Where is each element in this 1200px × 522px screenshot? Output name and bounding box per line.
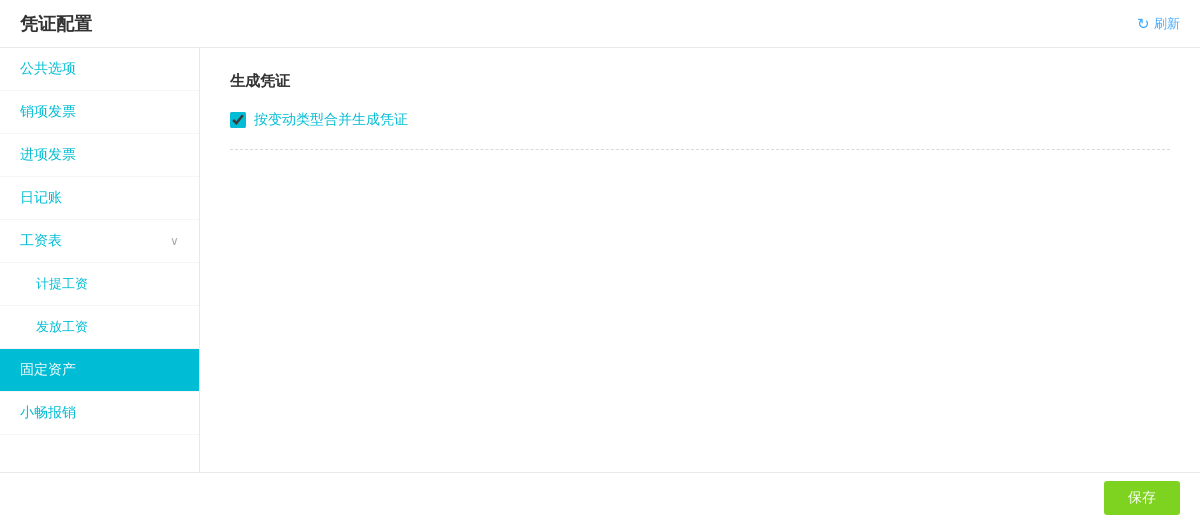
sidebar-item-public[interactable]: 公共选项	[0, 48, 199, 91]
refresh-label: 刷新	[1154, 15, 1180, 33]
sidebar-item-sales-invoice[interactable]: 销项发票	[0, 91, 199, 134]
page-header: 凭证配置 刷新	[0, 0, 1200, 48]
page-footer: 保存	[0, 472, 1200, 522]
sidebar-item-label: 发放工资	[36, 318, 88, 336]
chevron-down-icon: ∨	[170, 234, 179, 248]
sidebar-item-journal[interactable]: 日记账	[0, 177, 199, 220]
page-title: 凭证配置	[20, 12, 92, 36]
sidebar-item-fixed-assets[interactable]: 固定资产	[0, 349, 199, 392]
sidebar-item-label: 进项发票	[20, 146, 76, 164]
sidebar-item-payroll[interactable]: 工资表 ∨	[0, 220, 199, 263]
content-area: 生成凭证 按变动类型合并生成凭证	[200, 48, 1200, 472]
save-button[interactable]: 保存	[1104, 481, 1180, 515]
refresh-button[interactable]: 刷新	[1137, 15, 1180, 33]
section-divider	[230, 149, 1170, 150]
sidebar-item-purchase-invoice[interactable]: 进项发票	[0, 134, 199, 177]
sidebar: 公共选项销项发票进项发票日记账工资表 ∨ 计提工资发放工资固定资产小畅报销	[0, 48, 200, 472]
sidebar-item-label: 固定资产	[20, 361, 76, 379]
sidebar-item-label: 销项发票	[20, 103, 76, 121]
main-content: 公共选项销项发票进项发票日记账工资表 ∨ 计提工资发放工资固定资产小畅报销 生成凭证…	[0, 48, 1200, 472]
sidebar-item-label: 小畅报销	[20, 404, 76, 422]
sidebar-item-payroll-accrual[interactable]: 计提工资	[0, 263, 199, 306]
merge-voucher-label[interactable]: 按变动类型合并生成凭证	[254, 111, 408, 129]
sidebar-item-label: 工资表	[20, 232, 62, 250]
sidebar-item-expense[interactable]: 小畅报销	[0, 392, 199, 435]
sidebar-item-label: 日记账	[20, 189, 62, 207]
merge-voucher-row: 按变动类型合并生成凭证	[230, 111, 1170, 129]
section-title: 生成凭证	[230, 72, 1170, 91]
sidebar-item-label: 计提工资	[36, 275, 88, 293]
refresh-icon	[1137, 15, 1150, 33]
sidebar-item-payroll-disbursement[interactable]: 发放工资	[0, 306, 199, 349]
sidebar-item-label: 公共选项	[20, 60, 76, 78]
merge-voucher-checkbox[interactable]	[230, 112, 246, 128]
